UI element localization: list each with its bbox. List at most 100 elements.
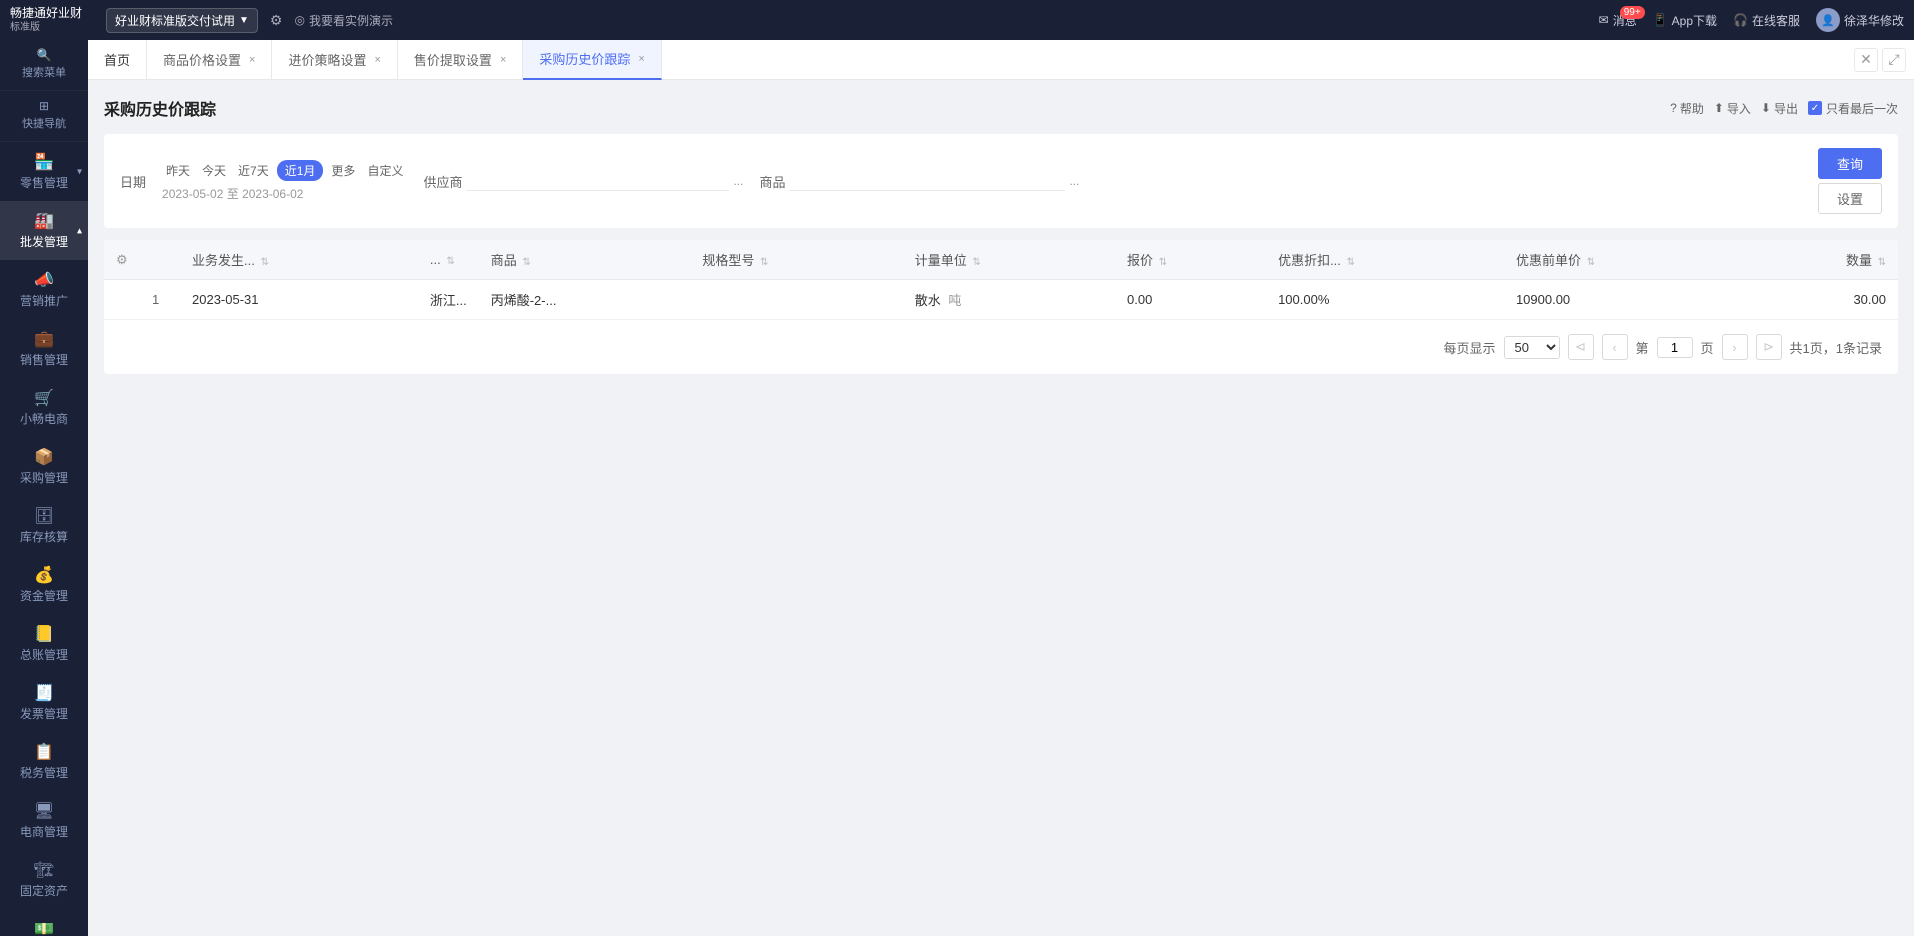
sidebar-item-ledger[interactable]: 📒 总账管理 [0,614,88,673]
sidebar-item-ecommerce-small[interactable]: 🛒 小畅电商 [0,378,88,437]
supplier-more-btn[interactable]: ... [733,174,743,188]
export-icon: ⬇ [1761,101,1771,115]
sidebar-item-finance[interactable]: 💰 资金管理 [0,555,88,614]
sidebar-item-payroll[interactable]: 💵 工资 [0,909,88,936]
page-header: 采购历史价跟踪 ? 帮助 ⬆ 导入 ⬇ 导出 ✓ [104,96,1898,120]
th-price[interactable]: 报价 ⇅ [1115,240,1266,280]
prev-page-button[interactable]: ‹ [1602,334,1628,360]
tab-price-extract[interactable]: 售价提取设置 × [398,40,523,80]
sidebar-item-fixed-assets[interactable]: 🏗 固定资产 [0,850,88,909]
supplier-input[interactable] [466,171,729,191]
supplier-filter: 供应商 ... [423,171,743,191]
sidebar-item-tax[interactable]: 📋 税务管理 [0,732,88,791]
sort-icon-pre-discount: ⇅ [1587,257,1595,268]
sidebar-search[interactable]: 🔍 搜索菜单 [0,40,88,91]
date-btn-7days[interactable]: 近7天 [234,160,273,181]
per-page-select[interactable]: 50 100 200 [1504,336,1560,359]
th-unit[interactable]: 计量单位 ⇅ [903,240,1115,280]
row-gear [104,280,140,320]
import-icon: ⬆ [1714,101,1724,115]
goods-more-btn[interactable]: ... [1069,174,1079,188]
th-qty[interactable]: 数量 ⇅ [1747,240,1898,280]
close-tab-goods-price[interactable]: × [249,54,255,66]
main-layout: 🔍 搜索菜单 ⊞ 快捷导航 🏪 零售管理 ▾ 🏭 批发管理 ▴ 📣 营销推广 💼… [0,40,1914,936]
th-biz-date[interactable]: 业务发生... ⇅ [180,240,418,280]
total-info: 共1页，1条记录 [1790,338,1882,357]
sort-icon-spec: ⇅ [760,257,768,268]
goods-label: 商品 [759,172,785,191]
per-page-label: 每页显示 [1443,338,1495,357]
date-btn-yesterday[interactable]: 昨天 [162,160,194,181]
th-idx [140,240,180,280]
page-number-input[interactable] [1657,337,1693,358]
settings-button[interactable]: 设置 [1818,183,1882,214]
tab-purchase-strategy[interactable]: 进价策略设置 × [272,40,397,80]
tab-purchase-history[interactable]: 采购历史价跟踪 × [523,40,661,80]
th-spec[interactable]: 规格型号 ⇅ [690,240,902,280]
date-btn-today[interactable]: 今天 [198,160,230,181]
sidebar-item-sales[interactable]: 💼 销售管理 [0,319,88,378]
sidebar-item-ecommerce[interactable]: 🖥 电商管理 [0,791,88,850]
sidebar-item-invoice[interactable]: 🧾 发票管理 [0,673,88,732]
sidebar-item-retail[interactable]: 🏪 零售管理 ▾ [0,142,88,201]
first-page-button[interactable]: ⊲ [1568,334,1594,360]
only-last-checkbox-wrap[interactable]: ✓ 只看最后一次 [1808,100,1898,117]
close-tab-button[interactable]: ✕ [1854,48,1878,72]
sidebar-item-marketing[interactable]: 📣 营销推广 [0,260,88,319]
app-logo: 畅捷通好业财 标准版 [10,6,98,35]
sort-icon-price: ⇅ [1159,257,1167,268]
th-discount[interactable]: 优惠折扣... ⇅ [1266,240,1504,280]
online-service-button[interactable]: 🎧 在线客服 [1733,12,1800,29]
th-goods[interactable]: 商品 ⇅ [479,240,691,280]
export-button[interactable]: ⬇ 导出 [1761,100,1798,117]
close-tab-purchase-strategy[interactable]: × [374,54,380,66]
only-last-checkbox[interactable]: ✓ [1808,101,1822,115]
date-btn-more[interactable]: 更多 [327,160,359,181]
topbar: 畅捷通好业财 标准版 好业财标准版交付试用 ▼ ⚙ ◎ 我要看实例演示 ✉ 消息… [0,0,1914,40]
goods-input[interactable] [789,171,1065,191]
date-btn-1month[interactable]: 近1月 [277,160,324,181]
settings-icon[interactable]: ⚙ [266,8,287,33]
page-container: 采购历史价跟踪 ? 帮助 ⬆ 导入 ⬇ 导出 ✓ [88,80,1914,936]
version-selector[interactable]: 好业财标准版交付试用 ▼ [106,8,258,33]
column-settings-icon[interactable]: ⚙ [116,252,128,267]
tab-goods-price[interactable]: 商品价格设置 × [147,40,272,80]
page-title: 采购历史价跟踪 [104,96,216,120]
topbar-right: ✉ 消息 99+ 📱 App下载 🎧 在线客服 👤 徐泽华修改 [1599,8,1904,32]
sidebar-quick-nav[interactable]: ⊞ 快捷导航 [0,91,88,142]
ecommerce-small-icon: 🛒 [34,388,54,408]
row-goods: 丙烯酸-2-... [479,280,691,320]
maximize-tab-button[interactable]: ⤢ [1882,48,1906,72]
row-qty: 30.00 [1747,280,1898,320]
sort-icon-biz-date: ⇅ [260,257,268,268]
message-button[interactable]: ✉ 消息 99+ [1599,12,1637,29]
th-pre-discount-price[interactable]: 优惠前单价 ⇅ [1504,240,1747,280]
tab-home[interactable]: 首页 [88,40,147,80]
chevron-down-icon: ▼ [239,15,249,26]
th-col3[interactable]: ... ⇅ [418,240,479,280]
filter-row: 日期 昨天 今天 近7天 近1月 更多 自定义 2023-05-02 至 202… [120,148,1882,214]
last-page-button[interactable]: ⊳ [1756,334,1782,360]
search-icon: 🔍 [37,48,52,62]
next-page-button[interactable]: › [1722,334,1748,360]
demo-link[interactable]: ◎ 我要看实例演示 [294,12,393,29]
query-button[interactable]: 查询 [1818,148,1882,179]
app-download-button[interactable]: 📱 App下载 [1653,12,1717,29]
close-tab-purchase-history[interactable]: × [638,53,644,65]
sidebar-item-wholesale[interactable]: 🏭 批发管理 ▴ [0,201,88,260]
table-row: 1 2023-05-31 浙江... 丙烯酸-2-... 散水 吨 0.00 1… [104,280,1898,320]
filter-bar: 日期 昨天 今天 近7天 近1月 更多 自定义 2023-05-02 至 202… [104,134,1898,228]
filter-actions: 查询 设置 [1818,148,1882,214]
play-icon: ◎ [294,13,304,27]
user-menu-button[interactable]: 👤 徐泽华修改 [1816,8,1904,32]
date-btn-custom[interactable]: 自定义 [363,160,407,181]
sidebar-item-inventory[interactable]: 🗄 库存核算 [0,496,88,555]
close-tab-price-extract[interactable]: × [500,54,506,66]
help-button[interactable]: ? 帮助 [1670,100,1704,117]
sort-icon-goods: ⇅ [522,257,530,268]
retail-icon: 🏪 [34,152,54,172]
import-button[interactable]: ⬆ 导入 [1714,100,1751,117]
sort-icon-qty: ⇅ [1878,257,1886,268]
pagination: 每页显示 50 100 200 ⊲ ‹ 第 页 › ⊳ 共1页，1条记录 [104,319,1898,374]
sidebar-item-purchase[interactable]: 📦 采购管理 [0,437,88,496]
